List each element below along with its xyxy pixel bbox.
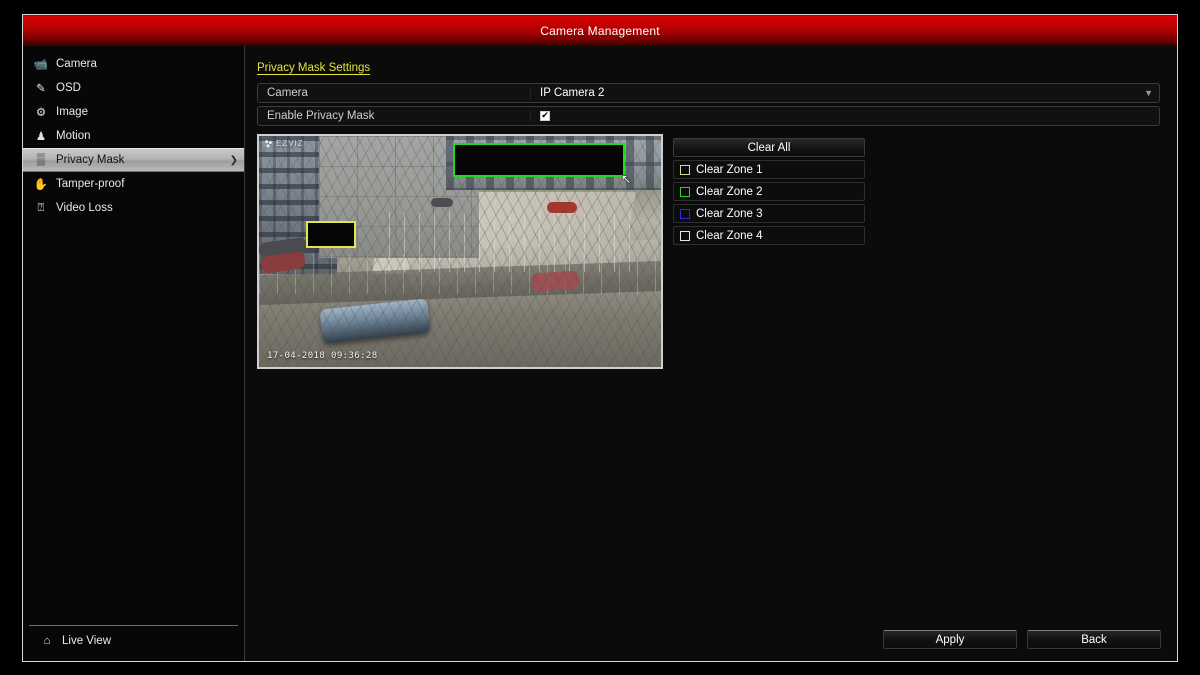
clear-zone-checkbox[interactable] — [680, 186, 690, 197]
sidebar-item-video-loss[interactable]: ⍰ Video Loss — [23, 196, 244, 220]
camera-watermark: EZVIZ — [264, 139, 304, 148]
osd-pen-icon: ✎ — [36, 83, 46, 95]
sidebar-item-label: Image — [56, 106, 88, 118]
sidebar-item-image[interactable]: ⚙ Image — [23, 100, 244, 124]
sidebar-item-label: Motion — [56, 130, 91, 142]
home-icon: ⌂ — [43, 635, 51, 647]
sidebar: 📹 Camera ✎ OSD ⚙ Image ♟ Motion ▒ Privacy Mask ❯ ✋ T… — [23, 46, 245, 661]
clear-zone-checkbox[interactable] — [680, 208, 690, 219]
motion-person-icon: ♟ — [35, 131, 47, 143]
clear-zone-checkbox[interactable] — [680, 164, 690, 175]
title-bar: Camera Management — [23, 15, 1177, 46]
sidebar-items: 📹 Camera ✎ OSD ⚙ Image ♟ Motion ▒ Privacy Mask ❯ ✋ T… — [23, 52, 244, 220]
mask-zone-2[interactable] — [453, 143, 625, 177]
sidebar-item-label: Privacy Mask — [56, 154, 125, 166]
sidebar-item-camera[interactable]: 📹 Camera — [23, 52, 244, 76]
page-title: Privacy Mask Settings — [257, 62, 371, 74]
ezviz-logo-icon — [264, 139, 273, 148]
sidebar-item-label: Live View — [62, 635, 112, 647]
resize-cursor-icon: ↖ — [621, 172, 632, 186]
live-view-section: ⌂ Live View — [29, 625, 238, 653]
enable-privacy-mask-value: ✔ — [531, 111, 1159, 121]
camera-select-value[interactable]: IP Camera 2 ▼ — [531, 87, 1159, 99]
clear-zone-label: Clear Zone 4 — [696, 229, 763, 242]
camera-icon: 📹 — [33, 59, 49, 71]
scene-car — [547, 202, 577, 213]
scene-fence-lower — [259, 254, 661, 294]
scene-car — [530, 270, 580, 292]
privacy-mask-icon: ▒ — [36, 154, 46, 166]
watermark-text: EZVIZ — [276, 139, 304, 148]
camera-management-window: Camera Management 📹 Camera ✎ OSD ⚙ Image ♟ Moti… — [22, 14, 1178, 662]
clear-zone-label: Clear Zone 3 — [696, 207, 763, 220]
clear-zone-rows: Clear Zone 1 Clear Zone 2 Clear Zone 3 Clea… — [673, 160, 865, 245]
clear-zone-label: Clear Zone 1 — [696, 163, 763, 176]
sidebar-item-motion[interactable]: ♟ Motion — [23, 124, 244, 148]
chevron-down-icon[interactable]: ▼ — [1144, 88, 1153, 98]
camera-select-row[interactable]: Camera IP Camera 2 ▼ — [257, 83, 1160, 103]
clear-zone-row[interactable]: Clear Zone 1 — [673, 160, 865, 179]
action-buttons: Apply Back — [883, 630, 1161, 649]
sidebar-item-live-view[interactable]: ⌂ Live View — [29, 629, 238, 653]
sidebar-item-osd[interactable]: ✎ OSD — [23, 76, 244, 100]
sidebar-item-label: Tamper-proof — [56, 178, 125, 190]
clear-zone-row[interactable]: Clear Zone 3 — [673, 204, 865, 223]
clear-zone-row[interactable]: Clear Zone 4 — [673, 226, 865, 245]
camera-timestamp: 17-04-2018 09:36:28 — [267, 351, 378, 361]
window-title: Camera Management — [540, 23, 660, 38]
video-loss-icon: ⍰ — [37, 201, 45, 214]
sidebar-item-label: OSD — [56, 82, 81, 94]
clear-all-button[interactable]: Clear All — [673, 138, 865, 157]
preview-area: EZVIZ 17-04-2018 09:36:28 ↖ Clear All Cl… — [257, 134, 1161, 369]
back-button[interactable]: Back — [1027, 630, 1161, 649]
video-preview[interactable]: EZVIZ 17-04-2018 09:36:28 ↖ — [257, 134, 663, 369]
enable-privacy-mask-row[interactable]: Enable Privacy Mask ✔ — [257, 106, 1160, 126]
clear-zone-row[interactable]: Clear Zone 2 — [673, 182, 865, 201]
mask-zone-1[interactable] — [306, 221, 356, 248]
sidebar-item-label: Video Loss — [56, 202, 113, 214]
clear-zones-panel: Clear All Clear Zone 1 Clear Zone 2 Clear … — [673, 138, 865, 369]
clear-zone-label: Clear Zone 2 — [696, 185, 763, 198]
clear-zone-checkbox[interactable] — [680, 230, 690, 241]
sidebar-item-privacy-mask[interactable]: ▒ Privacy Mask ❯ — [23, 148, 244, 172]
sidebar-item-label: Camera — [56, 58, 97, 70]
main-panel: Privacy Mask Settings Camera IP Camera 2… — [245, 46, 1177, 661]
chevron-right-icon: ❯ — [229, 154, 238, 166]
apply-button[interactable]: Apply — [883, 630, 1017, 649]
hand-icon: ✋ — [33, 179, 49, 191]
enable-privacy-mask-label: Enable Privacy Mask — [258, 110, 531, 122]
enable-privacy-mask-checkbox[interactable]: ✔ — [540, 111, 550, 121]
sidebar-item-tamper-proof[interactable]: ✋ Tamper-proof — [23, 172, 244, 196]
scene-car — [431, 198, 453, 207]
camera-label: Camera — [258, 87, 531, 99]
window-body: 📹 Camera ✎ OSD ⚙ Image ♟ Motion ▒ Privacy Mask ❯ ✋ T… — [23, 46, 1177, 661]
camera-select-text: IP Camera 2 — [540, 87, 605, 99]
image-gear-icon: ⚙ — [35, 107, 47, 119]
